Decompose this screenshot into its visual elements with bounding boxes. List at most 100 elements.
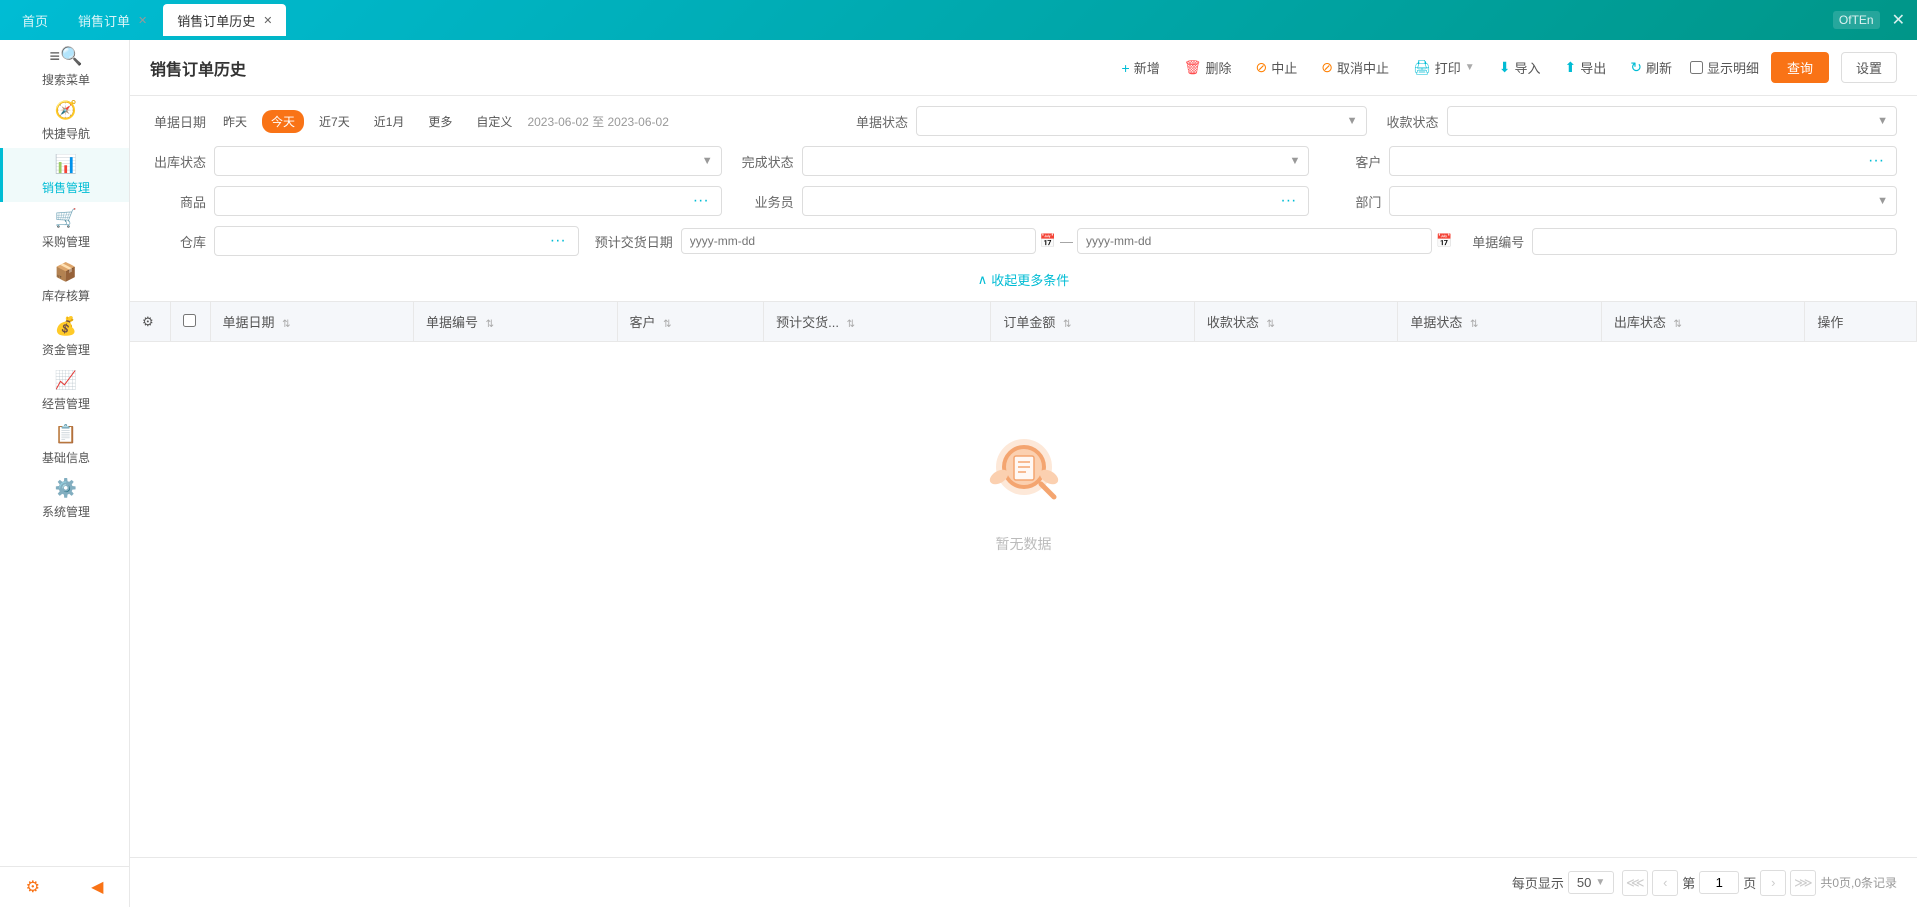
sidebar-item-finance[interactable]: 💰 资金管理: [0, 310, 129, 364]
date-tag-7days[interactable]: 近7天: [310, 110, 359, 133]
tab-home[interactable]: 首页: [8, 4, 62, 36]
date-tag-yesterday[interactable]: 昨天: [214, 110, 256, 133]
bill-no-input[interactable]: [1532, 228, 1897, 255]
goods-dots-icon[interactable]: ···: [689, 192, 713, 210]
tab-sales-order-close[interactable]: ✕: [138, 14, 147, 27]
sidebar-item-base[interactable]: 📋 基础信息: [0, 418, 129, 472]
page-size-dropdown[interactable]: 50 ▼: [1568, 871, 1614, 894]
delete-button[interactable]: 🗑 删除: [1178, 54, 1238, 81]
topbar-close-btn[interactable]: ✕: [1888, 6, 1909, 34]
outbound-select[interactable]: ▼: [214, 146, 722, 176]
customer-input-wrapper[interactable]: ···: [1389, 146, 1897, 176]
th-expected-date-label: 预计交货...: [776, 315, 839, 330]
th-customer[interactable]: 客户 ⇅: [617, 302, 764, 342]
settings-button[interactable]: 设置: [1841, 52, 1897, 83]
filter-item-bill-status: 单据状态 ▼: [852, 106, 1367, 136]
sidebar-item-system[interactable]: ⚙️ 系统管理: [0, 472, 129, 526]
page-first-btn[interactable]: ⋘: [1622, 870, 1648, 896]
collapse-row[interactable]: ∧ 收起更多条件: [150, 266, 1897, 293]
th-bill-status[interactable]: 单据状态 ⇅: [1398, 302, 1602, 342]
tab-sales-history[interactable]: 销售订单历史 ✕: [163, 4, 286, 36]
settings-table-icon[interactable]: ⚙: [142, 314, 154, 329]
print-dropdown-icon[interactable]: ▼: [1465, 62, 1475, 73]
th-settings[interactable]: ⚙: [130, 302, 170, 342]
bill-status-label: 单据状态: [852, 112, 908, 131]
sidebar-label-finance: 资金管理: [42, 341, 90, 358]
sidebar: ≡🔍 搜索菜单 🧭 快捷导航 📊 销售管理 🛒 采购管理 📦 库存核算 💰 资金…: [0, 40, 130, 907]
calendar-to-icon[interactable]: 📅: [1436, 233, 1452, 249]
sort-bill-date-icon[interactable]: ⇅: [282, 319, 290, 330]
print-icon: 🖨: [1413, 59, 1431, 76]
sort-receipt-status-icon[interactable]: ⇅: [1266, 319, 1274, 330]
tab-sales-history-close[interactable]: ✕: [263, 14, 272, 27]
import-button[interactable]: ⬇ 导入: [1493, 54, 1547, 81]
th-expected-date[interactable]: 预计交货... ⇅: [764, 302, 991, 342]
show-detail-input[interactable]: [1690, 61, 1703, 74]
add-button[interactable]: + 新增: [1116, 54, 1166, 81]
query-button[interactable]: 查询: [1771, 52, 1829, 83]
sidebar-item-purchase[interactable]: 🛒 采购管理: [0, 202, 129, 256]
filter-item-expected-date: 预计交货日期 📅 — 📅: [595, 228, 1453, 254]
sidebar-item-nav[interactable]: 🧭 快捷导航: [0, 94, 129, 148]
date-tag-today[interactable]: 今天: [262, 110, 304, 133]
outbound-label: 出库状态: [150, 152, 206, 171]
complete-select[interactable]: ▼: [802, 146, 1310, 176]
date-tag-1month[interactable]: 近1月: [365, 110, 414, 133]
expected-date-from-input[interactable]: [681, 228, 1036, 254]
th-order-amount[interactable]: 订单金额 ⇅: [991, 302, 1195, 342]
warehouse-dots-icon[interactable]: ···: [546, 232, 570, 250]
export-button[interactable]: ⬆ 导出: [1558, 54, 1612, 81]
page-input[interactable]: [1699, 871, 1739, 894]
sidebar-item-inventory[interactable]: 📦 库存核算: [0, 256, 129, 310]
sidebar-label-base: 基础信息: [42, 449, 90, 466]
th-bill-date[interactable]: 单据日期 ⇅: [210, 302, 414, 342]
page-next-btn[interactable]: ›: [1760, 870, 1786, 896]
select-all-checkbox[interactable]: [183, 314, 196, 327]
page-prev-btn[interactable]: ‹: [1652, 870, 1678, 896]
sidebar-item-search[interactable]: ≡🔍 搜索菜单: [0, 40, 129, 94]
th-checkbox[interactable]: [170, 302, 210, 342]
empty-state: 暂无数据: [130, 342, 1917, 634]
th-outbound-status[interactable]: 出库状态 ⇅: [1601, 302, 1805, 342]
goods-input-wrapper[interactable]: ···: [214, 186, 722, 216]
salesperson-input-wrapper[interactable]: ···: [802, 186, 1310, 216]
page-header: 销售订单历史 + 新增 🗑 删除 ⊘ 中止 ⊘: [130, 40, 1917, 96]
sidebar-item-sales[interactable]: 📊 销售管理: [0, 148, 129, 202]
bill-status-select[interactable]: ▼: [916, 106, 1367, 136]
settings-bottom-icon[interactable]: ⚙: [26, 877, 40, 897]
collapse-sidebar-icon[interactable]: ◀: [91, 877, 103, 897]
customer-dots-icon[interactable]: ···: [1864, 152, 1888, 170]
sidebar-item-operations[interactable]: 📈 经营管理: [0, 364, 129, 418]
expected-date-to-input[interactable]: [1077, 228, 1432, 254]
sort-bill-no-icon[interactable]: ⇅: [486, 319, 494, 330]
filter-item-customer: 客户 ···: [1325, 146, 1897, 176]
page-title: 销售订单历史: [150, 56, 246, 80]
dept-select[interactable]: ▼: [1389, 186, 1897, 216]
page-last-btn[interactable]: ⋙: [1790, 870, 1816, 896]
warehouse-input-wrapper[interactable]: ···: [214, 226, 579, 256]
import-icon: ⬇: [1499, 59, 1511, 76]
receipt-status-select[interactable]: ▼: [1447, 106, 1898, 136]
page-size-label: 每页显示: [1512, 873, 1564, 892]
sort-order-amount-icon[interactable]: ⇅: [1063, 319, 1071, 330]
stop-button[interactable]: ⊘ 中止: [1250, 54, 1304, 81]
date-tag-custom[interactable]: 自定义: [467, 110, 521, 133]
th-bill-no[interactable]: 单据编号 ⇅: [414, 302, 618, 342]
sort-bill-status-icon[interactable]: ⇅: [1470, 319, 1478, 330]
th-receipt-status[interactable]: 收款状态 ⇅: [1194, 302, 1398, 342]
filter-row-4: 仓库 ··· 预计交货日期 📅 — 📅 单据编号: [150, 226, 1897, 256]
tab-sales-order[interactable]: 销售订单 ✕: [64, 4, 161, 36]
delete-icon: 🗑: [1184, 59, 1202, 76]
print-button[interactable]: 🖨 打印 ▼: [1407, 54, 1481, 81]
show-detail-checkbox[interactable]: 显示明细: [1690, 58, 1759, 77]
calendar-from-icon[interactable]: 📅: [1040, 233, 1056, 249]
salesperson-dots-icon[interactable]: ···: [1276, 192, 1300, 210]
refresh-button[interactable]: ↻ 刷新: [1624, 54, 1678, 81]
cancel-stop-button[interactable]: ⊘ 取消中止: [1315, 54, 1395, 81]
sort-outbound-status-icon[interactable]: ⇅: [1673, 319, 1681, 330]
sidebar-label-nav: 快捷导航: [42, 125, 90, 142]
sort-customer-icon[interactable]: ⇅: [663, 319, 671, 330]
date-tag-more[interactable]: 更多: [419, 110, 461, 133]
date-label: 单据日期: [150, 112, 206, 131]
sort-expected-date-icon[interactable]: ⇅: [847, 319, 855, 330]
